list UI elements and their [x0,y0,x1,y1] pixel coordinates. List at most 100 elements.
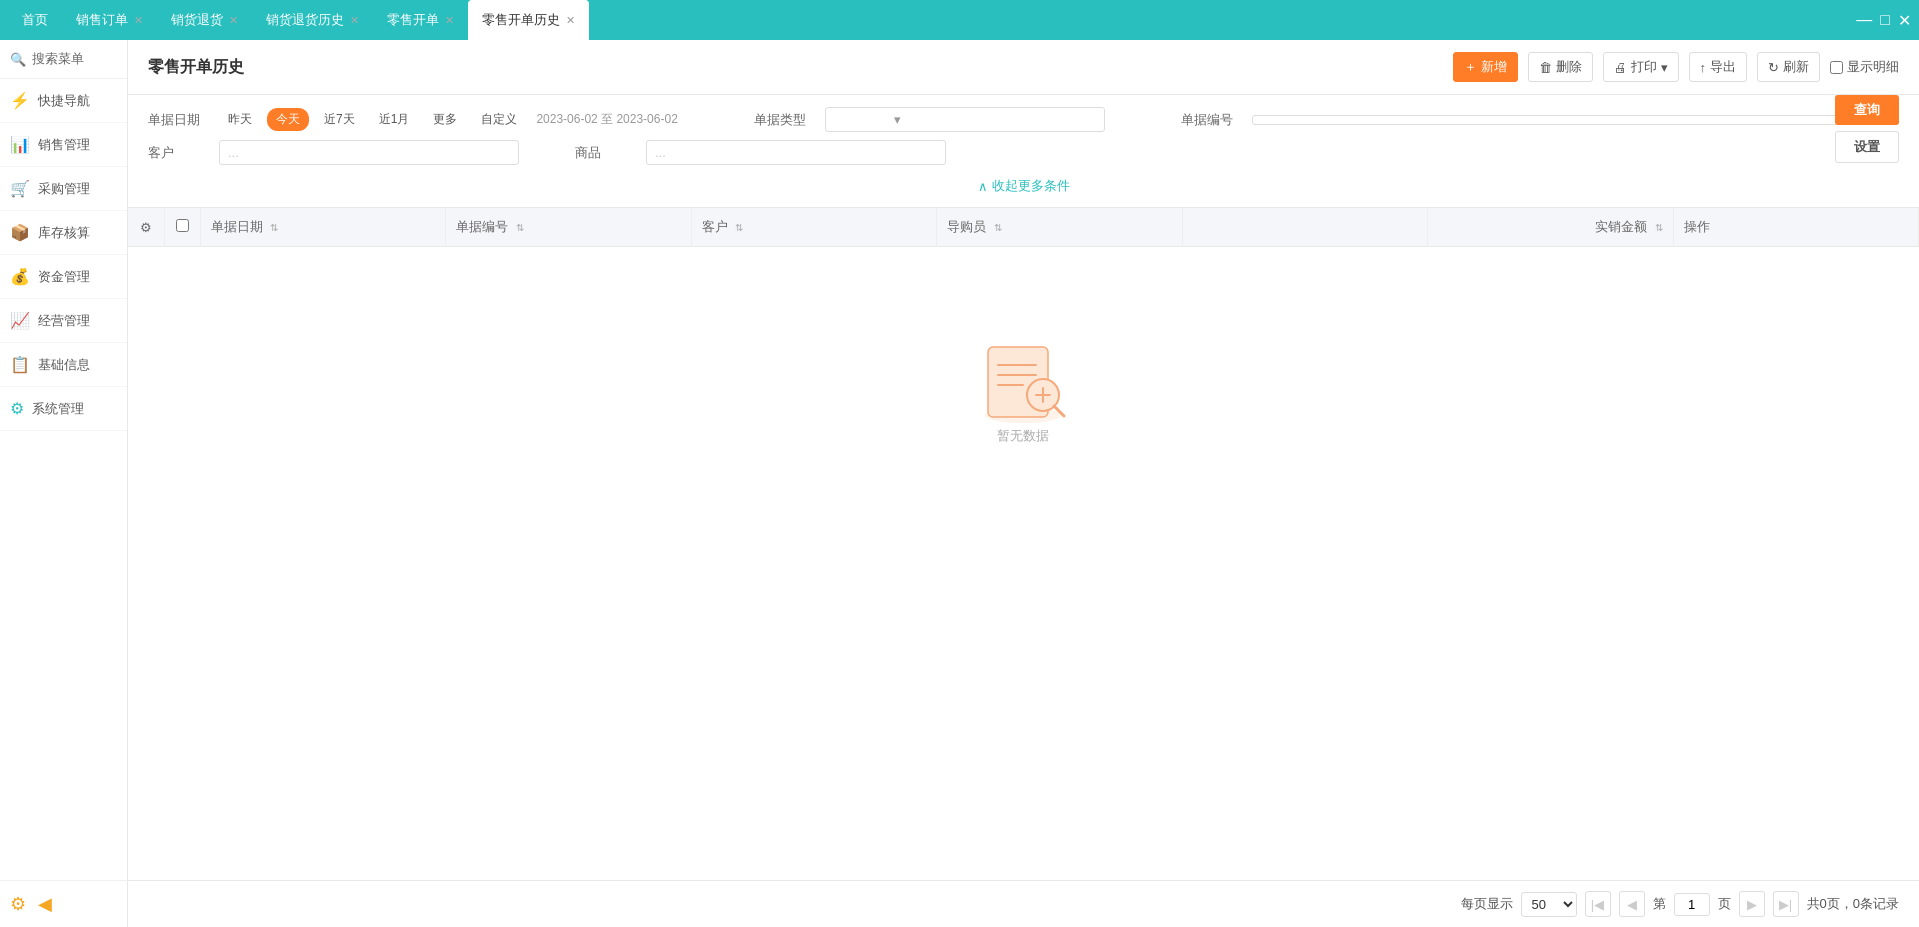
maximize-button[interactable]: □ [1880,11,1890,29]
filter-settings-button[interactable]: 设置 [1835,131,1899,163]
refresh-button[interactable]: ↻ 刷新 [1757,52,1820,82]
sidebar-item-business[interactable]: 📈 经营管理 [0,299,127,343]
data-table: ⚙ 单据日期 ⇅ 单据编号 ⇅ [128,208,1919,525]
collapse-filter-button[interactable]: ∧ 收起更多条件 [978,177,1070,195]
sidebar-item-label: 销售管理 [38,136,90,154]
close-tab-sales-return[interactable]: ✕ [229,14,238,27]
product-label: 商品 [575,144,630,162]
print-button[interactable]: 🖨 打印 ▾ [1603,52,1679,82]
th-checkbox[interactable] [164,208,200,247]
th-salesperson[interactable]: 导购员 ⇅ [937,208,1183,247]
last-page-button[interactable]: ▶| [1773,891,1799,917]
close-tab-retail-order[interactable]: ✕ [445,14,454,27]
export-button[interactable]: ↑ 导出 [1689,52,1748,82]
empty-illustration [968,327,1078,427]
th-no[interactable]: 单据编号 ⇅ [446,208,692,247]
delete-button[interactable]: 🗑 删除 [1528,52,1593,82]
order-no-label: 单据编号 [1181,111,1236,129]
pagination: 每页显示 50 20 100 |◀ ◀ 第 页 ▶ ▶| 共0页，0条记录 [128,880,1919,927]
order-no-input[interactable] [1252,115,1899,125]
table-header-row: ⚙ 单据日期 ⇅ 单据编号 ⇅ [128,208,1919,247]
tab-sales-order[interactable]: 销售订单 ✕ [62,0,157,40]
filter-row-1: 单据日期 昨天 今天 近7天 近1月 更多 自定义 2023-06-02 至 2… [148,107,1899,132]
query-button[interactable]: 查询 [1835,95,1899,125]
tab-retail-order[interactable]: 零售开单 ✕ [373,0,468,40]
close-tab-retail-order-history[interactable]: ✕ [566,14,575,27]
close-tab-sales-return-history[interactable]: ✕ [350,14,359,27]
sort-no-icon: ⇅ [516,222,524,233]
tab-home[interactable]: + 新增 首页 [8,0,62,40]
th-customer[interactable]: 客户 ⇅ [691,208,937,247]
filter-row-2: 客户 ... 商品 ... [148,140,1899,165]
prev-page-button[interactable]: ◀ [1619,891,1645,917]
date-btn-7days[interactable]: 近7天 [315,108,364,131]
display-detail-toggle[interactable]: 显示明细 [1830,58,1899,76]
minimize-button[interactable]: — [1856,11,1872,29]
date-btn-yesterday[interactable]: 昨天 [219,108,261,131]
export-icon: ↑ [1700,60,1707,75]
sidebar-item-quick-nav[interactable]: ⚡ 快捷导航 [0,79,127,123]
sort-customer-icon: ⇅ [735,222,743,233]
product-input[interactable]: ... [646,140,946,165]
th-spacer [1182,208,1428,247]
date-btn-1month[interactable]: 近1月 [370,108,419,131]
customer-label: 客户 [148,144,203,162]
sort-amount-icon: ⇅ [1655,222,1663,233]
refresh-icon: ↻ [1768,60,1779,75]
search-icon: 🔍 [10,52,26,67]
tab-sales-return[interactable]: 销货退货 ✕ [157,0,252,40]
settings-icon: ⚙ [140,220,152,235]
sidebar-item-system[interactable]: ⚙ 系统管理 [0,387,127,431]
date-label: 单据日期 [148,111,203,129]
total-label: 共0页，0条记录 [1807,895,1899,913]
empty-state: 暂无数据 [128,247,1919,525]
tab-retail-order-history[interactable]: 零售开单历史 ✕ [468,0,589,40]
date-range-display: 2023-06-02 至 2023-06-02 [536,111,677,128]
table-body: 暂无数据 [128,247,1919,526]
sales-icon: 📊 [10,135,30,154]
sidebar-item-purchase[interactable]: 🛒 采购管理 [0,167,127,211]
page-header: 零售开单历史 ＋ 新增 🗑 删除 🖨 打印 ▾ ↑ 导出 [128,40,1919,95]
order-type-select[interactable]: ▾ [825,107,1105,132]
date-btn-custom[interactable]: 自定义 [472,108,526,131]
date-btn-more[interactable]: 更多 [424,108,466,131]
filter-area: 单据日期 昨天 今天 近7天 近1月 更多 自定义 2023-06-02 至 2… [128,95,1919,208]
th-settings[interactable]: ⚙ [128,208,164,247]
purchase-icon: 🛒 [10,179,30,198]
sidebar-item-basic-info[interactable]: 📋 基础信息 [0,343,127,387]
display-detail-checkbox[interactable] [1830,61,1843,74]
sidebar-item-label: 快捷导航 [38,92,90,110]
customer-placeholder: ... [228,145,239,160]
first-page-button[interactable]: |◀ [1585,891,1611,917]
add-button[interactable]: ＋ 新增 [1453,52,1518,82]
sidebar: 🔍 搜索菜单 ⚡ 快捷导航 📊 销售管理 🛒 采购管理 📦 库存核算 💰 资金管… [0,40,128,927]
top-tab-bar: + 新增 首页 销售订单 ✕ 销货退货 ✕ 销货退货历史 ✕ 零售开单 ✕ 零售… [0,0,1919,40]
page-prefix-label: 第 [1653,895,1666,913]
page-number-input[interactable] [1674,893,1710,916]
collapse-label: 收起更多条件 [992,177,1070,195]
date-btn-today[interactable]: 今天 [267,108,309,131]
collapse-icon: ∧ [978,179,988,194]
close-tab-sales-order[interactable]: ✕ [134,14,143,27]
sidebar-item-inventory[interactable]: 📦 库存核算 [0,211,127,255]
sidebar-search[interactable]: 🔍 搜索菜单 [0,40,127,79]
th-action: 操作 [1673,208,1919,247]
settings-button[interactable]: ⚙ [10,893,26,915]
content-area: 零售开单历史 ＋ 新增 🗑 删除 🖨 打印 ▾ ↑ 导出 [128,40,1919,927]
close-window-button[interactable]: ✕ [1898,11,1911,30]
th-amount[interactable]: 实销金额 ⇅ [1428,208,1674,247]
page-suffix-label: 页 [1718,895,1731,913]
empty-text: 暂无数据 [997,427,1049,445]
th-date[interactable]: 单据日期 ⇅ [200,208,446,247]
sidebar-item-sales[interactable]: 📊 销售管理 [0,123,127,167]
product-placeholder: ... [655,145,666,160]
per-page-select[interactable]: 50 20 100 [1521,892,1577,917]
sidebar-bottom: ⚙ ◀ [0,880,127,927]
next-page-button[interactable]: ▶ [1739,891,1765,917]
customer-input[interactable]: ... [219,140,519,165]
tab-sales-return-history[interactable]: 销货退货历史 ✕ [252,0,373,40]
sidebar-item-finance[interactable]: 💰 资金管理 [0,255,127,299]
select-all-checkbox[interactable] [176,219,189,232]
collapse-sidebar-button[interactable]: ◀ [38,893,52,915]
print-label: 打印 [1631,58,1657,76]
